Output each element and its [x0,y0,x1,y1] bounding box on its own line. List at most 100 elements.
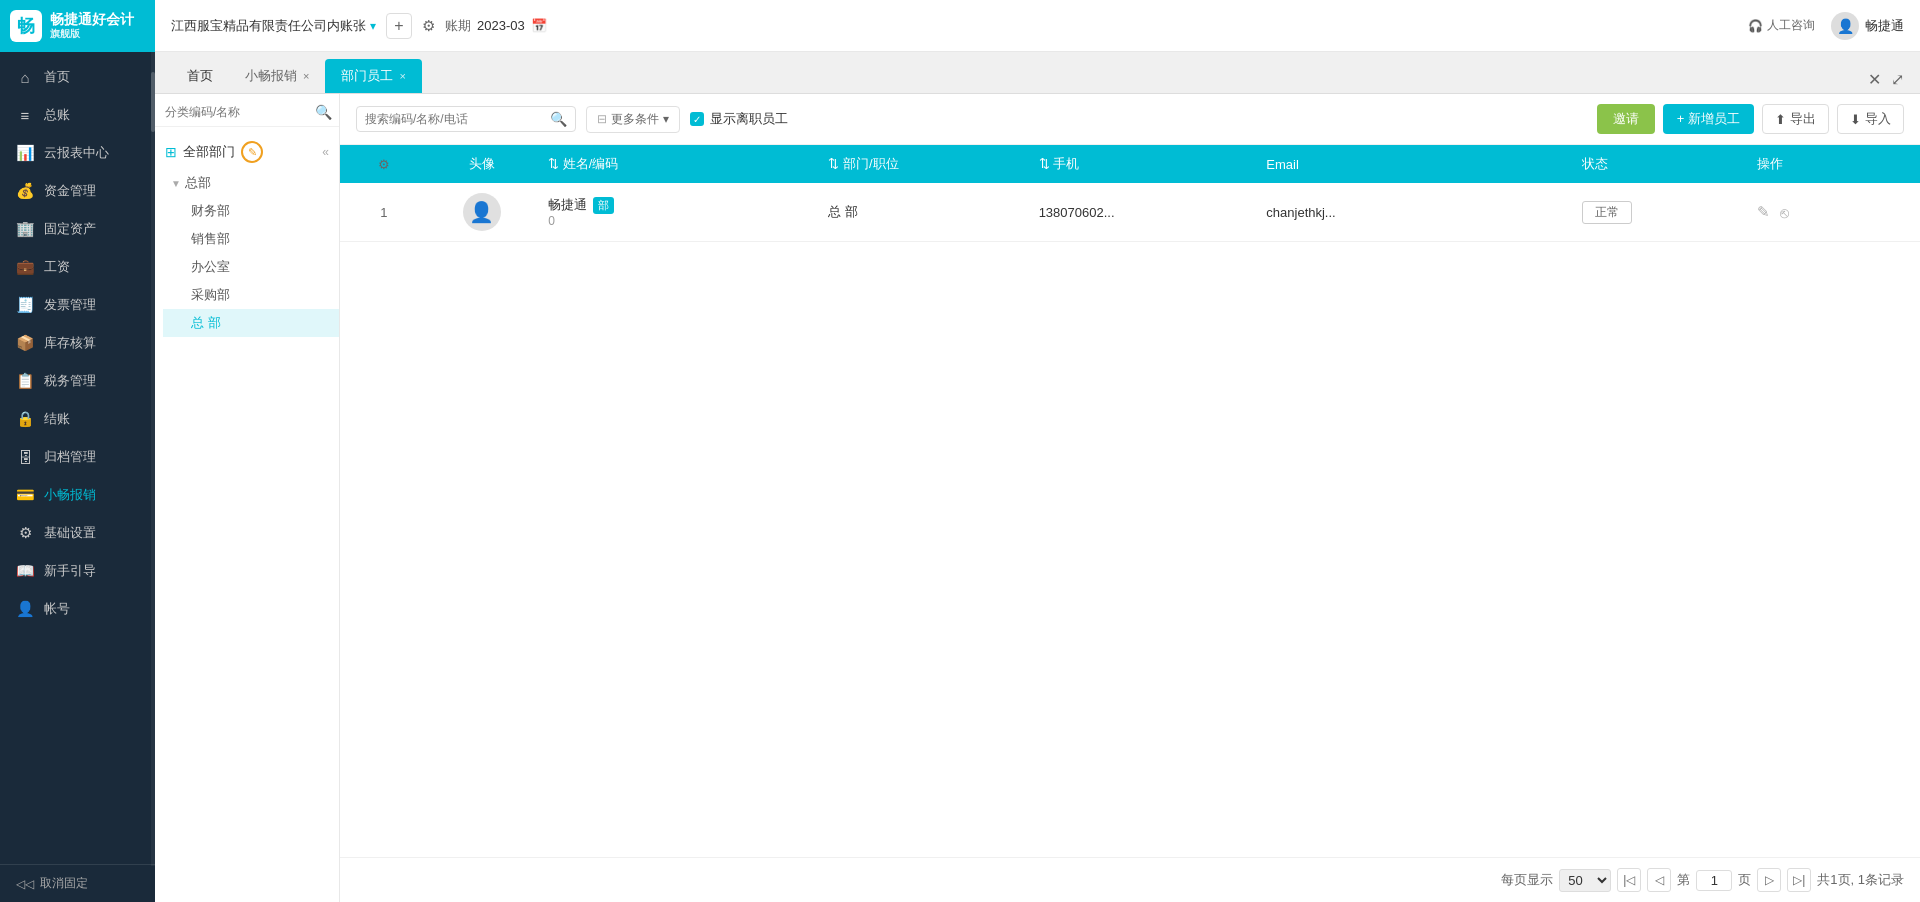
export-label: 导出 [1790,110,1816,128]
calendar-icon: 📅 [531,18,547,33]
add-employee-label: + 新增员工 [1677,110,1740,128]
prev-page-button[interactable]: ◁ [1647,868,1671,892]
sidebar-item-inventory[interactable]: 📦 库存核算 [0,324,155,362]
first-page-button[interactable]: |◁ [1617,868,1641,892]
import-icon: ⬇ [1850,112,1861,127]
th-actions: 操作 [1745,145,1920,183]
edit-badge[interactable]: ✎ [241,141,263,163]
sidebar-item-archive-label: 归档管理 [44,448,96,466]
dept-group-label: 总部 [185,174,211,192]
sidebar-item-expense[interactable]: 💳 小畅报销 [0,476,155,514]
company-dropdown-icon: ▾ [370,19,376,33]
period-selector[interactable]: 账期 2023-03 📅 [445,17,547,35]
show-resigned-checkbox[interactable]: ✓ [690,112,704,126]
expense-icon: 💳 [16,486,34,504]
dept-search-input[interactable] [165,105,315,119]
add-employee-button[interactable]: + 新增员工 [1663,104,1754,134]
search-input[interactable] [365,112,546,126]
filter-button[interactable]: ⊟ 更多条件 ▾ [586,106,680,133]
cell-no: 1 [340,183,428,242]
topbar-settings-icon[interactable]: ⚙ [422,17,435,35]
service-button[interactable]: 🎧 人工咨询 [1748,17,1815,34]
dept-item-caigou[interactable]: 采购部 [163,281,339,309]
company-name: 江西服宝精品有限责任公司内账张 [171,17,366,35]
tab-home-label: 首页 [187,67,213,85]
sidebar-item-basic-settings[interactable]: ⚙ 基础设置 [0,514,155,552]
sidebar-item-home[interactable]: ⌂ 首页 [0,58,155,96]
collapse-icon[interactable]: « [322,145,329,159]
dept-search-icon[interactable]: 🔍 [315,104,332,120]
inventory-icon: 📦 [16,334,34,352]
next-page-button[interactable]: ▷ [1757,868,1781,892]
content: 🔍 ⊞ 全部部门 ✎ « ▼ 总部 财务部 销售部 办公室 采购 [155,94,1920,902]
sidebar-item-basic-settings-label: 基础设置 [44,524,96,542]
cancel-fixed-button[interactable]: ◁◁ 取消固定 [0,864,155,902]
cell-dept: 总 部 [816,183,1026,242]
sidebar-item-tax[interactable]: 📋 税务管理 [0,362,155,400]
pin-icon: ◁◁ [16,877,34,891]
sidebar-item-reports[interactable]: 📊 云报表中心 [0,134,155,172]
logout-icon[interactable]: ⎋ [1780,204,1789,221]
sidebar-item-guide[interactable]: 📖 新手引导 [0,552,155,590]
sidebar-item-ledger-label: 总账 [44,106,70,124]
import-button[interactable]: ⬇ 导入 [1837,104,1904,134]
sidebar-item-fixed-assets[interactable]: 🏢 固定资产 [0,210,155,248]
table-header-row: ⚙ 头像 ⇅ 姓名/编码 ⇅ 部门/职位 ⇅ 手机 Email [340,145,1920,183]
invite-button[interactable]: 邀请 [1597,104,1655,134]
per-page-select[interactable]: 50 100 200 [1559,869,1611,892]
dept-all-item[interactable]: ⊞ 全部部门 ✎ « [155,135,339,169]
archive-icon: 🗄 [16,449,34,466]
dept-item-caiwu[interactable]: 财务部 [163,197,339,225]
th-email: Email [1254,145,1569,183]
employee-name-row: 畅捷通 部 [548,196,804,214]
th-name[interactable]: ⇅ 姓名/编码 [536,145,816,183]
tab-xiaochang[interactable]: 小畅报销 × [229,59,325,93]
close-all-icon[interactable]: ✕ [1868,70,1881,89]
sidebar-item-reports-label: 云报表中心 [44,144,109,162]
page-input[interactable] [1696,870,1732,891]
home-icon: ⌂ [16,69,34,86]
sidebar-item-account[interactable]: 👤 帐号 [0,590,155,628]
dept-panel: 🔍 ⊞ 全部部门 ✎ « ▼ 总部 财务部 销售部 办公室 采购 [155,94,340,902]
sidebar-item-ledger[interactable]: ≡ 总账 [0,96,155,134]
sidebar-item-archive[interactable]: 🗄 归档管理 [0,438,155,476]
th-phone[interactable]: ⇅ 手机 [1027,145,1255,183]
export-icon: ⬆ [1775,112,1786,127]
tab-xiaochang-close-icon[interactable]: × [303,70,309,82]
sidebar: 畅 畅捷通好会计 旗舰版 ⌂ 首页 ≡ 总账 📊 云报表中心 💰 资金管理 🏢 … [0,0,155,902]
sidebar-item-closing[interactable]: 🔒 结账 [0,400,155,438]
add-company-button[interactable]: + [386,13,412,39]
search-icon[interactable]: 🔍 [550,111,567,127]
sidebar-item-payroll-label: 工资 [44,258,70,276]
th-settings[interactable]: ⚙ [340,145,428,183]
dept-item-zongbu[interactable]: 总 部 [163,309,339,337]
toolbar-actions: 邀请 + 新增员工 ⬆ 导出 ⬇ 导入 [1597,104,1904,134]
export-button[interactable]: ⬆ 导出 [1762,104,1829,134]
company-selector[interactable]: 江西服宝精品有限责任公司内账张 ▾ [171,17,376,35]
dept-group-header[interactable]: ▼ 总部 [163,169,339,197]
cell-avatar: 👤 [428,183,537,242]
dept-all-label: 全部部门 [183,143,235,161]
tab-dept-employee[interactable]: 部门员工 × [325,59,421,93]
sidebar-item-payroll[interactable]: 💼 工资 [0,248,155,286]
sidebar-item-guide-label: 新手引导 [44,562,96,580]
tab-home[interactable]: 首页 [171,59,229,93]
sidebar-item-funds-label: 资金管理 [44,182,96,200]
filter-dropdown-icon: ▾ [663,112,669,126]
tab-dept-employee-close-icon[interactable]: × [399,70,405,82]
status-badge: 正常 [1582,201,1632,224]
sidebar-item-invoice[interactable]: 🧾 发票管理 [0,286,155,324]
user-menu[interactable]: 👤 畅捷通 [1831,12,1904,40]
headset-icon: 🎧 [1748,19,1763,33]
last-page-button[interactable]: ▷| [1787,868,1811,892]
show-resigned-checkbox-area[interactable]: ✓ 显示离职员工 [690,110,788,128]
user-name: 畅捷通 [1865,17,1904,35]
sidebar-item-funds[interactable]: 💰 资金管理 [0,172,155,210]
th-dept[interactable]: ⇅ 部门/职位 [816,145,1026,183]
period-label: 账期 [445,17,471,35]
dept-item-xiaoshou[interactable]: 销售部 [163,225,339,253]
expand-icon[interactable]: ⤢ [1891,70,1904,89]
grid-icon: ⊞ [165,144,177,160]
dept-item-bangong[interactable]: 办公室 [163,253,339,281]
edit-icon[interactable]: ✎ [1757,203,1770,221]
